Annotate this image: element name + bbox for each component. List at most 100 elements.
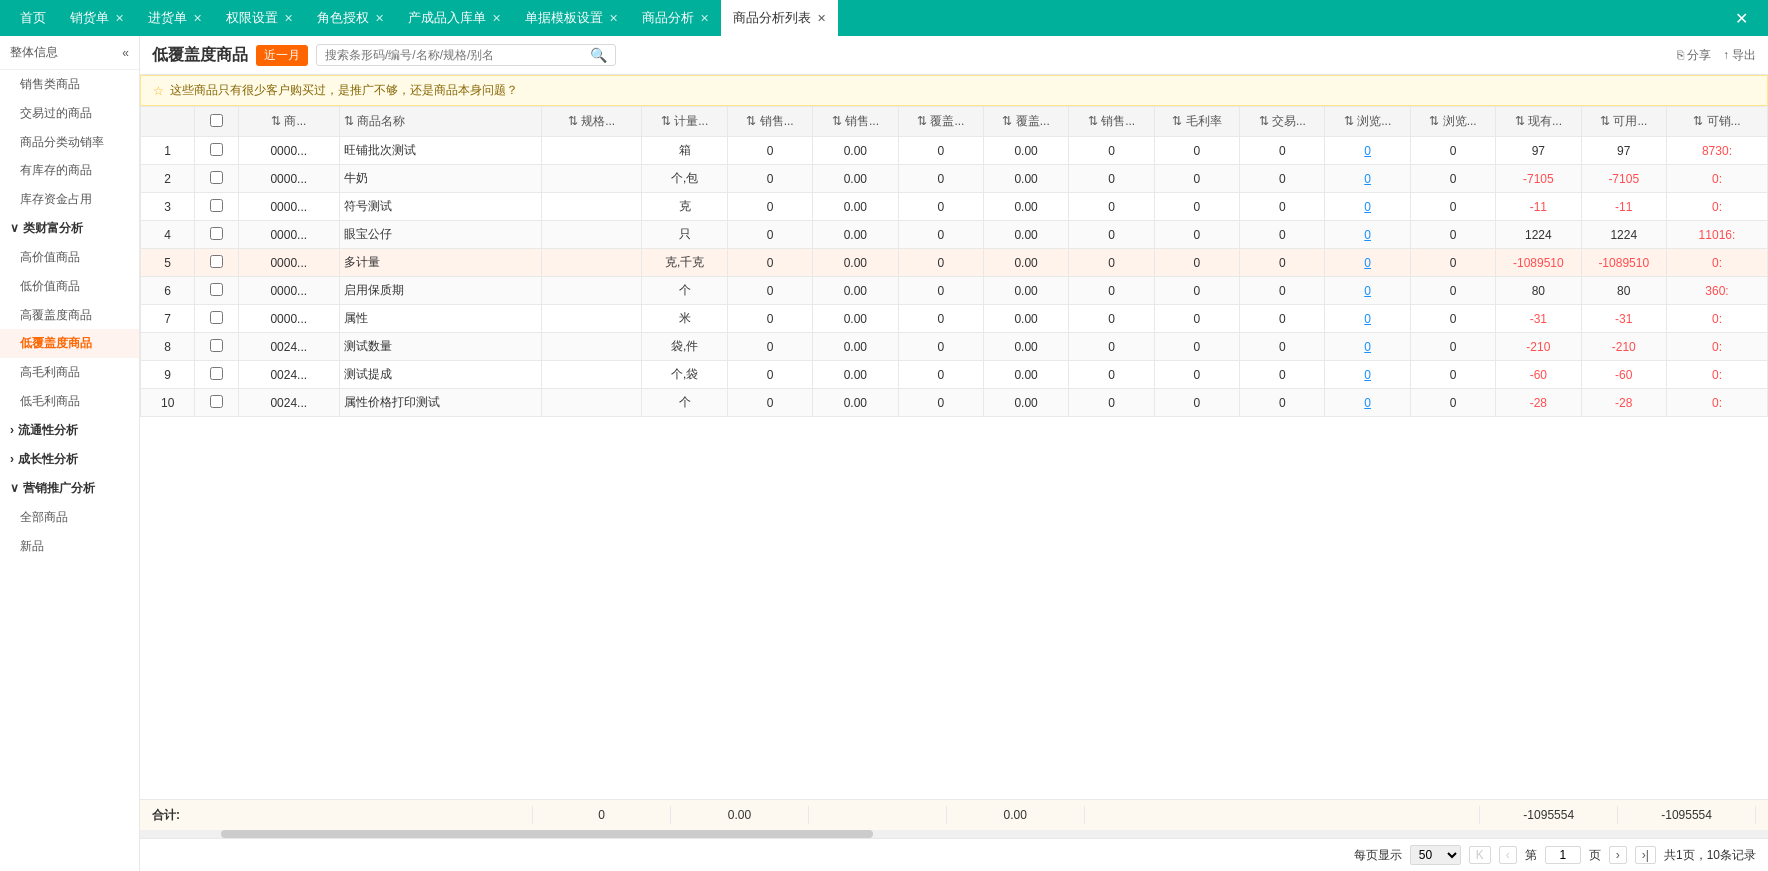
- th-current-sort-icon: ⇅: [1515, 114, 1525, 128]
- cell-check[interactable]: [195, 305, 238, 333]
- per-page-select[interactable]: 50 100 200: [1410, 845, 1461, 865]
- sidebar-item-sales-goods[interactable]: 销售类商品: [0, 70, 139, 99]
- search-input[interactable]: [325, 48, 586, 62]
- cell-browse1[interactable]: 0: [1325, 277, 1410, 305]
- th-gross-rate-sort-icon: ⇅: [1172, 114, 1182, 128]
- nav-analysis-list[interactable]: 商品分析列表 ✕: [721, 0, 838, 36]
- cell-check[interactable]: [195, 249, 238, 277]
- date-filter-button[interactable]: 近一月: [256, 45, 308, 66]
- cell-gross-rate: 0: [1154, 221, 1239, 249]
- cell-browse1[interactable]: 0: [1325, 333, 1410, 361]
- cell-sales2: 0.00: [813, 333, 898, 361]
- nav-permissions[interactable]: 权限设置 ✕: [214, 0, 305, 36]
- th-num: [141, 107, 195, 137]
- cell-gross-rate: 0: [1154, 389, 1239, 417]
- sidebar-collapse-header[interactable]: 整体信息 «: [0, 36, 139, 70]
- next-page-button[interactable]: ›: [1609, 846, 1627, 864]
- th-check[interactable]: [195, 107, 238, 137]
- nav-templates[interactable]: 单据模板设置 ✕: [513, 0, 630, 36]
- cell-browse1[interactable]: 0: [1325, 165, 1410, 193]
- sidebar-section-marketing[interactable]: ∨ 营销推广分析: [0, 474, 139, 503]
- cell-available: -28: [1581, 389, 1666, 417]
- table-row: 3 0000... 符号测试 克 0 0.00 0 0.00 0 0 0 0 0…: [141, 193, 1768, 221]
- cell-browse1[interactable]: 0: [1325, 389, 1410, 417]
- sidebar-section-wealth[interactable]: ∨ 类财富分析: [0, 214, 139, 243]
- cell-sellable: 0:: [1666, 333, 1767, 361]
- page-number-input[interactable]: [1545, 846, 1581, 864]
- scrollbar-thumb[interactable]: [221, 830, 872, 838]
- sidebar-section-liquidity[interactable]: › 流通性分析: [0, 416, 139, 445]
- cell-gross-rate: 0: [1154, 165, 1239, 193]
- cell-current: 97: [1496, 137, 1581, 165]
- nav-products-close[interactable]: ✕: [492, 0, 501, 36]
- footer-sales1: 0: [533, 806, 671, 824]
- cell-browse1[interactable]: 0: [1325, 361, 1410, 389]
- nav-templates-close[interactable]: ✕: [609, 0, 618, 36]
- window-close-button[interactable]: ✕: [1723, 9, 1760, 28]
- select-all-checkbox[interactable]: [210, 114, 223, 127]
- nav-sales-close[interactable]: ✕: [115, 0, 124, 36]
- nav-roles[interactable]: 角色授权 ✕: [305, 0, 396, 36]
- cell-sales3: 0: [1069, 165, 1154, 193]
- cell-check[interactable]: [195, 361, 238, 389]
- pagination: 每页显示 50 100 200 K ‹ 第 页 › ›| 共1页，10条记录: [140, 838, 1768, 871]
- nav-analysis-list-close[interactable]: ✕: [817, 0, 826, 36]
- sidebar-item-all-goods[interactable]: 全部商品: [0, 503, 139, 532]
- nav-purchase[interactable]: 进货单 ✕: [136, 0, 214, 36]
- cell-check[interactable]: [195, 193, 238, 221]
- sidebar-collapse-icon[interactable]: «: [122, 46, 129, 60]
- cell-check[interactable]: [195, 277, 238, 305]
- cell-browse1[interactable]: 0: [1325, 249, 1410, 277]
- cell-num: 9: [141, 361, 195, 389]
- cell-check[interactable]: [195, 389, 238, 417]
- sidebar-item-inventory-funds[interactable]: 库存资金占用: [0, 185, 139, 214]
- cell-name: 旺铺批次测试: [339, 137, 541, 165]
- nav-analysis-close[interactable]: ✕: [700, 0, 709, 36]
- content-area: 低覆盖度商品 近一月 🔍 ⎘ 分享 ↑ 导出 ☆ 这些商品只有很少客户购买过，是…: [140, 36, 1768, 871]
- cell-sales3: 0: [1069, 221, 1154, 249]
- cell-code: 0000...: [238, 193, 339, 221]
- cell-browse1[interactable]: 0: [1325, 137, 1410, 165]
- nav-purchase-close[interactable]: ✕: [193, 0, 202, 36]
- nav-sales[interactable]: 销货单 ✕: [58, 0, 136, 36]
- cell-check[interactable]: [195, 165, 238, 193]
- cell-check[interactable]: [195, 333, 238, 361]
- nav-permissions-label: 权限设置: [226, 0, 278, 36]
- last-page-button[interactable]: ›|: [1635, 846, 1656, 864]
- sidebar-item-new-goods[interactable]: 新品: [0, 532, 139, 561]
- sidebar-item-low-margin[interactable]: 低毛利商品: [0, 387, 139, 416]
- th-spec: ⇅ 规格...: [541, 107, 642, 137]
- cell-trade: 0: [1240, 165, 1325, 193]
- sidebar-item-high-margin[interactable]: 高毛利商品: [0, 358, 139, 387]
- cell-browse1[interactable]: 0: [1325, 305, 1410, 333]
- cell-gross-rate: 0: [1154, 193, 1239, 221]
- cell-trade: 0: [1240, 277, 1325, 305]
- sidebar-item-low-coverage[interactable]: 低覆盖度商品: [0, 329, 139, 358]
- nav-home[interactable]: 首页: [8, 0, 58, 36]
- sidebar-item-low-value[interactable]: 低价值商品: [0, 272, 139, 301]
- first-page-button[interactable]: K: [1469, 846, 1491, 864]
- cell-check[interactable]: [195, 137, 238, 165]
- cell-sellable: 0:: [1666, 361, 1767, 389]
- nav-analysis[interactable]: 商品分析 ✕: [630, 0, 721, 36]
- prev-page-button[interactable]: ‹: [1499, 846, 1517, 864]
- cell-num: 8: [141, 333, 195, 361]
- sidebar-item-high-value[interactable]: 高价值商品: [0, 243, 139, 272]
- cell-browse1[interactable]: 0: [1325, 221, 1410, 249]
- sidebar-item-in-stock[interactable]: 有库存的商品: [0, 156, 139, 185]
- nav-roles-close[interactable]: ✕: [375, 0, 384, 36]
- cell-cover2: 0.00: [983, 305, 1068, 333]
- sidebar-item-category-sales-rate[interactable]: 商品分类动销率: [0, 128, 139, 157]
- cell-unit: 袋,件: [642, 333, 727, 361]
- sidebar-section-growth[interactable]: › 成长性分析: [0, 445, 139, 474]
- cell-browse1[interactable]: 0: [1325, 193, 1410, 221]
- cell-check[interactable]: [195, 221, 238, 249]
- export-button[interactable]: ↑ 导出: [1723, 47, 1756, 64]
- horizontal-scrollbar[interactable]: [140, 830, 1768, 838]
- sidebar-item-high-coverage[interactable]: 高覆盖度商品: [0, 301, 139, 330]
- share-button[interactable]: ⎘ 分享: [1677, 47, 1711, 64]
- nav-permissions-close[interactable]: ✕: [284, 0, 293, 36]
- nav-products[interactable]: 产成品入库单 ✕: [396, 0, 513, 36]
- cell-unit: 克: [642, 193, 727, 221]
- sidebar-item-traded-goods[interactable]: 交易过的商品: [0, 99, 139, 128]
